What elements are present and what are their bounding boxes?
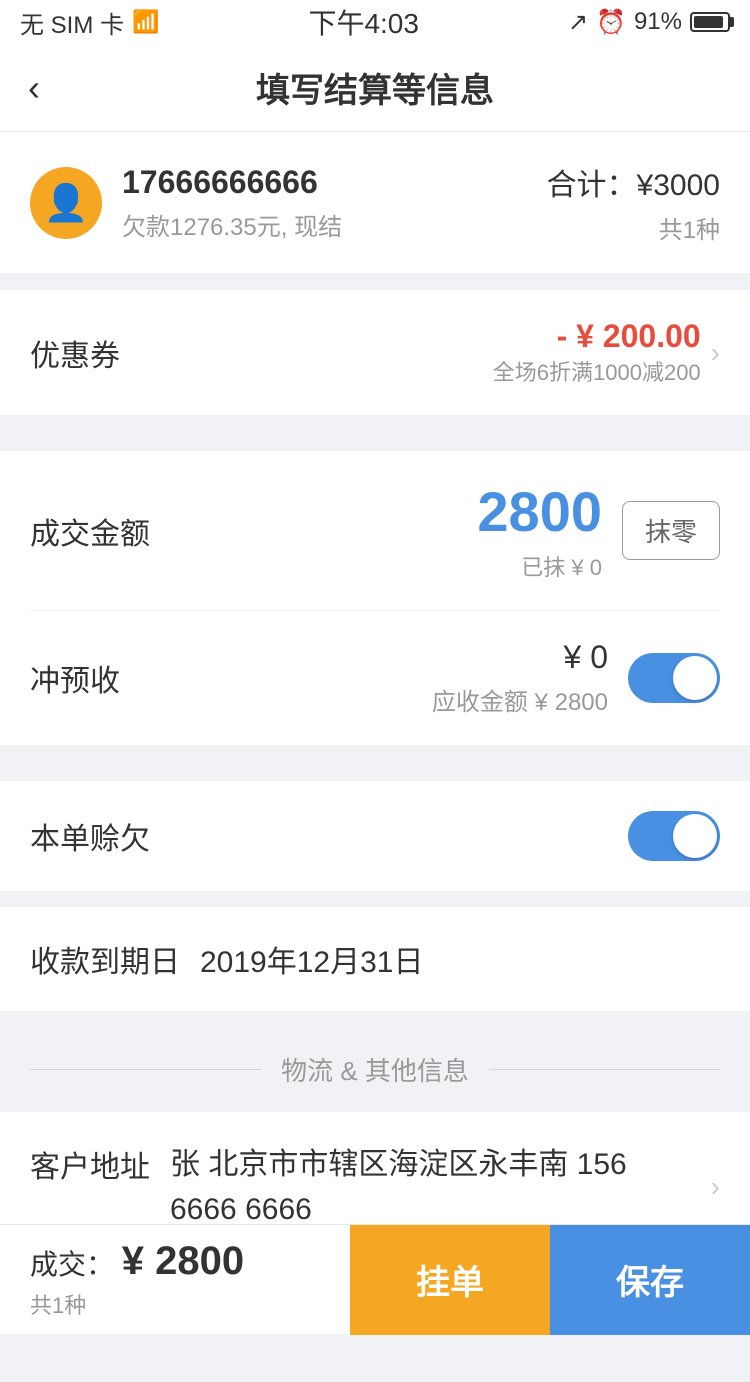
footer-deal-line: 成交： ¥ 2800 xyxy=(30,1239,320,1284)
customer-phone: 17666666666 xyxy=(122,164,342,201)
coupon-label: 优惠券 xyxy=(30,331,120,375)
coupon-amount: - ¥ 200.00 xyxy=(493,318,701,355)
prepay-toggle[interactable] xyxy=(628,653,720,703)
location-icon: ↗ xyxy=(568,8,588,37)
prepay-amount-block: ¥ 0 应收金额 ¥ 2800 xyxy=(432,639,608,717)
address-label: 客户地址 xyxy=(30,1142,150,1186)
prepay-right: ¥ 0 应收金额 ¥ 2800 xyxy=(432,639,720,717)
wifi-icon: 📶 xyxy=(132,9,159,35)
footer-sub: 共1种 xyxy=(30,1288,320,1320)
round-zero-button[interactable]: 抹零 xyxy=(622,501,720,560)
duedate-value: 2019年12月31日 xyxy=(200,937,423,981)
deal-amount-value: 2800 xyxy=(477,479,602,544)
status-time: 下午4:03 xyxy=(308,2,419,42)
battery-icon xyxy=(690,12,730,32)
deal-label: 成交金额 xyxy=(30,509,150,553)
address-value: 张 北京市市辖区海淀区永丰南 156 6666 6666 xyxy=(170,1142,691,1232)
status-left: 无 SIM 卡 📶 xyxy=(20,5,159,40)
deal-amount-row: 成交金额 2800 已抹 ¥ 0 抹零 xyxy=(30,451,720,611)
debt-toggle-knob xyxy=(673,814,717,858)
page-title: 填写结算等信息 xyxy=(256,63,494,112)
back-button[interactable]: ‹ xyxy=(28,67,40,109)
footer-deal-amount: ¥ 2800 xyxy=(122,1239,244,1283)
customer-info: 17666666666 欠款1276.35元, 现结 xyxy=(122,164,342,242)
pending-button[interactable]: 挂单 xyxy=(350,1225,550,1335)
nav-bar: ‹ 填写结算等信息 xyxy=(0,44,750,132)
coupon-row[interactable]: 优惠券 - ¥ 200.00 全场6折满1000减200 › xyxy=(0,290,750,415)
customer-right: 合计：¥3000 共1种 xyxy=(547,160,720,245)
coupon-desc: 全场6折满1000减200 xyxy=(493,355,701,387)
status-right: ↗ ⏰ 91% xyxy=(568,8,730,37)
logistics-separator: 物流 & 其他信息 xyxy=(0,1027,750,1112)
carrier-text: 无 SIM 卡 xyxy=(20,5,124,40)
total-amount: 合计：¥3000 xyxy=(547,160,720,204)
prepay-amount: ¥ 0 xyxy=(432,639,608,676)
amount-section: 成交金额 2800 已抹 ¥ 0 抹零 冲预收 ¥ 0 应收金额 ¥ 2800 xyxy=(0,451,750,745)
debt-label: 本单赊欠 xyxy=(30,814,150,858)
prepay-row: 冲预收 ¥ 0 应收金额 ¥ 2800 xyxy=(30,611,720,745)
save-button[interactable]: 保存 xyxy=(550,1225,750,1335)
prepay-label: 冲预收 xyxy=(30,656,120,700)
status-bar: 无 SIM 卡 📶 下午4:03 ↗ ⏰ 91% xyxy=(0,0,750,44)
alarm-icon: ⏰ xyxy=(596,8,626,37)
deal-sub: 已抹 ¥ 0 xyxy=(477,550,602,582)
duedate-section: 收款到期日 2019年12月31日 xyxy=(0,907,750,1011)
address-chevron-icon: › xyxy=(711,1171,720,1203)
footer-deal-label: 成交： xyxy=(30,1249,114,1280)
customer-row: 👤 17666666666 欠款1276.35元, 现结 合计：¥3000 共1… xyxy=(0,132,750,274)
footer: 成交： ¥ 2800 共1种 挂单 保存 xyxy=(0,1224,750,1334)
deal-right: 2800 已抹 ¥ 0 抹零 xyxy=(477,479,720,582)
avatar: 👤 xyxy=(30,167,102,239)
section-divider-2 xyxy=(0,745,750,765)
logistics-text: 物流 & 其他信息 xyxy=(261,1051,489,1088)
debt-toggle[interactable] xyxy=(628,811,720,861)
chevron-right-icon: › xyxy=(711,337,720,369)
battery-percent: 91% xyxy=(634,8,682,36)
prepay-receivable: 应收金额 ¥ 2800 xyxy=(432,682,608,717)
customer-sub-text: 欠款1276.35元, 现结 xyxy=(122,207,342,242)
logistics-line-left xyxy=(30,1069,261,1070)
debt-row: 本单赊欠 xyxy=(30,781,720,891)
section-divider-1 xyxy=(0,431,750,451)
debt-section: 本单赊欠 xyxy=(0,781,750,891)
avatar-icon: 👤 xyxy=(44,182,89,224)
logistics-line-right xyxy=(489,1069,720,1070)
duedate-label: 收款到期日 xyxy=(30,937,180,981)
customer-left: 👤 17666666666 欠款1276.35元, 现结 xyxy=(30,164,342,242)
footer-info: 成交： ¥ 2800 共1种 xyxy=(0,1239,350,1320)
toggle-knob xyxy=(673,656,717,700)
coupon-right: - ¥ 200.00 全场6折满1000减200 › xyxy=(493,318,720,387)
total-sub: 共1种 xyxy=(547,210,720,245)
